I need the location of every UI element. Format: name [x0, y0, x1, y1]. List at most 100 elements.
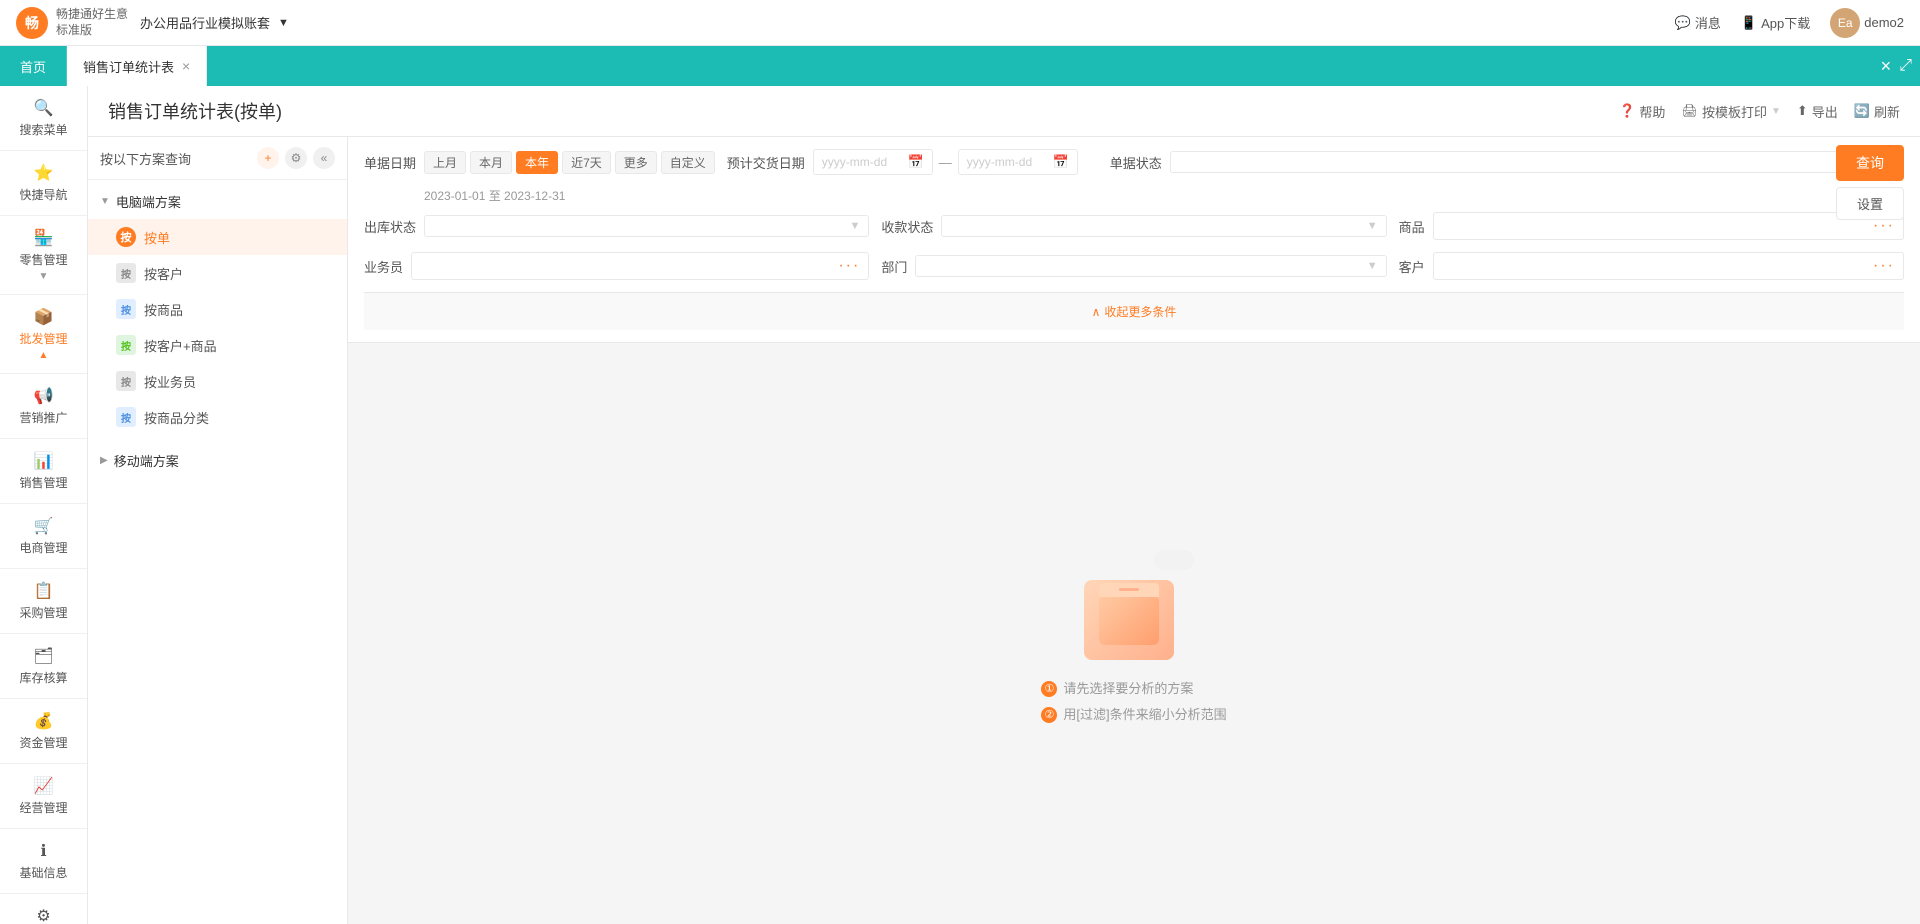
cloud-deco — [1154, 540, 1204, 590]
scheme-item-by-customer-goods[interactable]: 按 按客户+商品 — [88, 327, 347, 363]
sidebar-label-basic-info: 基础信息 — [19, 864, 67, 881]
scheme-item-by-salesman[interactable]: 按 按业务员 — [88, 363, 347, 399]
sidebar-item-basic-info[interactable]: ℹ 基础信息 — [0, 829, 87, 894]
scheme-icon-by-order: 按 — [116, 227, 136, 247]
scheme-label-by-goods: 按商品 — [144, 300, 183, 319]
tip-num-2: ② — [1041, 707, 1057, 723]
message-btn[interactable]: 💬 消息 — [1675, 13, 1721, 32]
scheme-label-by-goods-cat: 按商品分类 — [144, 408, 209, 427]
app-download-btn[interactable]: 📱 App下载 — [1741, 13, 1810, 32]
sidebar-item-search[interactable]: 🔍 搜索菜单 — [0, 86, 87, 151]
sidebar-item-quick-nav[interactable]: ⭐ 快捷导航 — [0, 151, 87, 216]
sidebar-label-wholesale: 批发管理 — [19, 330, 67, 347]
tab-close-btn[interactable]: × — [182, 59, 190, 73]
app-title-bar: 办公用品行业模拟账套 ▼ — [140, 13, 289, 32]
tip-1: ① 请先选择要分析的方案 — [1041, 676, 1226, 702]
goods-select[interactable]: ··· — [1433, 212, 1904, 240]
filter-panel: 单据日期 上月 本月 本年 近7天 更多 自定义 — [348, 137, 1920, 343]
query-button[interactable]: 查询 — [1836, 145, 1904, 181]
collapse-filters-btn[interactable]: ∧ 收起更多条件 — [364, 292, 1904, 330]
panel-layout: 按以下方案查询 + ⚙ « — [88, 137, 1920, 924]
sidebar-item-purchase[interactable]: 📋 采购管理 — [0, 569, 87, 634]
user-area[interactable]: Ea demo2 — [1830, 8, 1904, 38]
date-btn-custom[interactable]: 自定义 — [661, 151, 715, 174]
sidebar-item-retail[interactable]: 🏪 零售管理 ▼ — [0, 216, 87, 295]
sidebar-item-inventory[interactable]: 🗂 库存核算 — [0, 634, 87, 699]
settings-button[interactable]: 设置 — [1836, 187, 1904, 220]
tab-active[interactable]: 销售订单统计表 × — [67, 46, 207, 86]
mobile-arrow: ▶ — [100, 455, 108, 466]
dropdown-icon[interactable]: ▼ — [278, 17, 289, 29]
delivery-date-from[interactable]: yyyy-mm-dd 📅 — [813, 149, 933, 175]
settings-scheme-btn[interactable]: ⚙ — [285, 147, 307, 169]
scheme-category-desktop[interactable]: ▼ 电脑端方案 — [88, 184, 347, 219]
customer-select[interactable]: ··· — [1433, 252, 1904, 280]
customer-label: 客户 — [1399, 257, 1425, 276]
shipment-select[interactable]: ▼ — [424, 215, 869, 237]
sidebar: 🔍 搜索菜单 ⭐ 快捷导航 🏪 零售管理 ▼ 📦 批发管理 ▲ 📢 营销推广 📊… — [0, 86, 88, 924]
settings-scheme-icon: ⚙ — [291, 151, 302, 165]
date-btn-this-month[interactable]: 本月 — [470, 151, 512, 174]
date-range-text: 2023-01-01 至 2023-12-31 — [424, 189, 565, 203]
date-btn-more[interactable]: 更多 — [615, 151, 657, 174]
sales-icon: 📊 — [34, 451, 54, 471]
box-lid-stripe — [1119, 588, 1139, 591]
scheme-item-by-goods[interactable]: 按 按商品 — [88, 291, 347, 327]
box-lid — [1099, 583, 1159, 597]
refresh-btn[interactable]: 🔄 刷新 — [1854, 102, 1900, 121]
tip-2: ② 用[过滤]条件来缩小分析范围 — [1041, 702, 1226, 728]
sidebar-item-wholesale[interactable]: 📦 批发管理 ▲ — [0, 295, 87, 374]
payment-select[interactable]: ▼ — [941, 215, 1386, 237]
logo-icon: 畅 — [16, 7, 48, 39]
scheme-item-by-order[interactable]: 按 按单 — [88, 219, 347, 255]
sidebar-label-retail: 零售管理 — [19, 251, 67, 268]
template-print-btn[interactable]: 🖨 按模板打印 ▼ — [1681, 102, 1780, 121]
add-scheme-btn[interactable]: + — [257, 147, 279, 169]
logo-area[interactable]: 畅 畅捷通好生意 标准版 — [16, 7, 128, 39]
dept-select[interactable]: ▼ — [915, 255, 1386, 277]
left-panel-header: 按以下方案查询 + ⚙ « — [88, 137, 347, 180]
purchase-icon: 📋 — [34, 581, 54, 601]
info-icon: ℹ — [40, 841, 46, 861]
payment-dropdown-icon: ▼ — [1367, 220, 1378, 232]
scheme-item-by-goods-cat[interactable]: 按 按商品分类 — [88, 399, 347, 435]
customer-more-dots[interactable]: ··· — [1873, 257, 1895, 275]
window-close-btn[interactable]: × — [1881, 56, 1892, 77]
help-btn[interactable]: ❓ 帮助 — [1619, 102, 1665, 121]
sidebar-item-ecommerce[interactable]: 🛒 电商管理 — [0, 504, 87, 569]
export-btn[interactable]: ⬆ 导出 — [1797, 102, 1838, 121]
tab-bar-right: × ⤢ — [1881, 46, 1920, 86]
sidebar-label-sales: 销售管理 — [19, 474, 67, 491]
sidebar-item-management[interactable]: 📈 经营管理 — [0, 764, 87, 829]
right-area: 单据日期 上月 本月 本年 近7天 更多 自定义 — [348, 137, 1920, 924]
download-icon: 📱 — [1741, 15, 1757, 31]
window-maximize-btn[interactable]: ⤢ — [1899, 57, 1912, 75]
sidebar-item-sales[interactable]: 📊 销售管理 — [0, 439, 87, 504]
date-btn-7days[interactable]: 近7天 — [562, 151, 611, 174]
sidebar-item-finance[interactable]: 💰 资金管理 — [0, 699, 87, 764]
date-label: 单据日期 — [364, 153, 416, 172]
sidebar-item-system[interactable]: ⚙ 系统管理 — [0, 894, 87, 924]
date-btn-this-year[interactable]: 本年 — [516, 151, 558, 174]
status-select[interactable]: ▼ — [1170, 151, 1904, 173]
scheme-icon-by-salesman: 按 — [116, 371, 136, 391]
delivery-date-from-placeholder: yyyy-mm-dd — [822, 155, 887, 169]
finance-icon: 💰 — [34, 711, 54, 731]
empty-illustration — [1064, 540, 1204, 660]
salesman-more-dots[interactable]: ··· — [838, 257, 860, 275]
goods-label: 商品 — [1399, 217, 1425, 236]
filter-row-2: 出库状态 ▼ 收款状态 ▼ — [364, 212, 1904, 240]
empty-tips: ① 请先选择要分析的方案 ② 用[过滤]条件来缩小分析范围 — [1041, 676, 1226, 728]
print-dropdown-icon: ▼ — [1771, 106, 1781, 117]
scheme-item-by-customer[interactable]: 按 按客户 — [88, 255, 347, 291]
salesman-select[interactable]: ··· — [411, 252, 869, 280]
collapse-panel-btn[interactable]: « — [313, 147, 335, 169]
refresh-icon: 🔄 — [1854, 103, 1870, 119]
wholesale-icon: 📦 — [34, 307, 54, 327]
scheme-category-mobile[interactable]: ▶ 移动端方案 — [88, 443, 347, 478]
delivery-date-to[interactable]: yyyy-mm-dd 📅 — [958, 149, 1078, 175]
date-btn-last-month[interactable]: 上月 — [424, 151, 466, 174]
sidebar-item-marketing[interactable]: 📢 营销推广 — [0, 374, 87, 439]
tab-home[interactable]: 首页 — [0, 46, 67, 86]
calendar-icon-to: 📅 — [1053, 154, 1069, 170]
